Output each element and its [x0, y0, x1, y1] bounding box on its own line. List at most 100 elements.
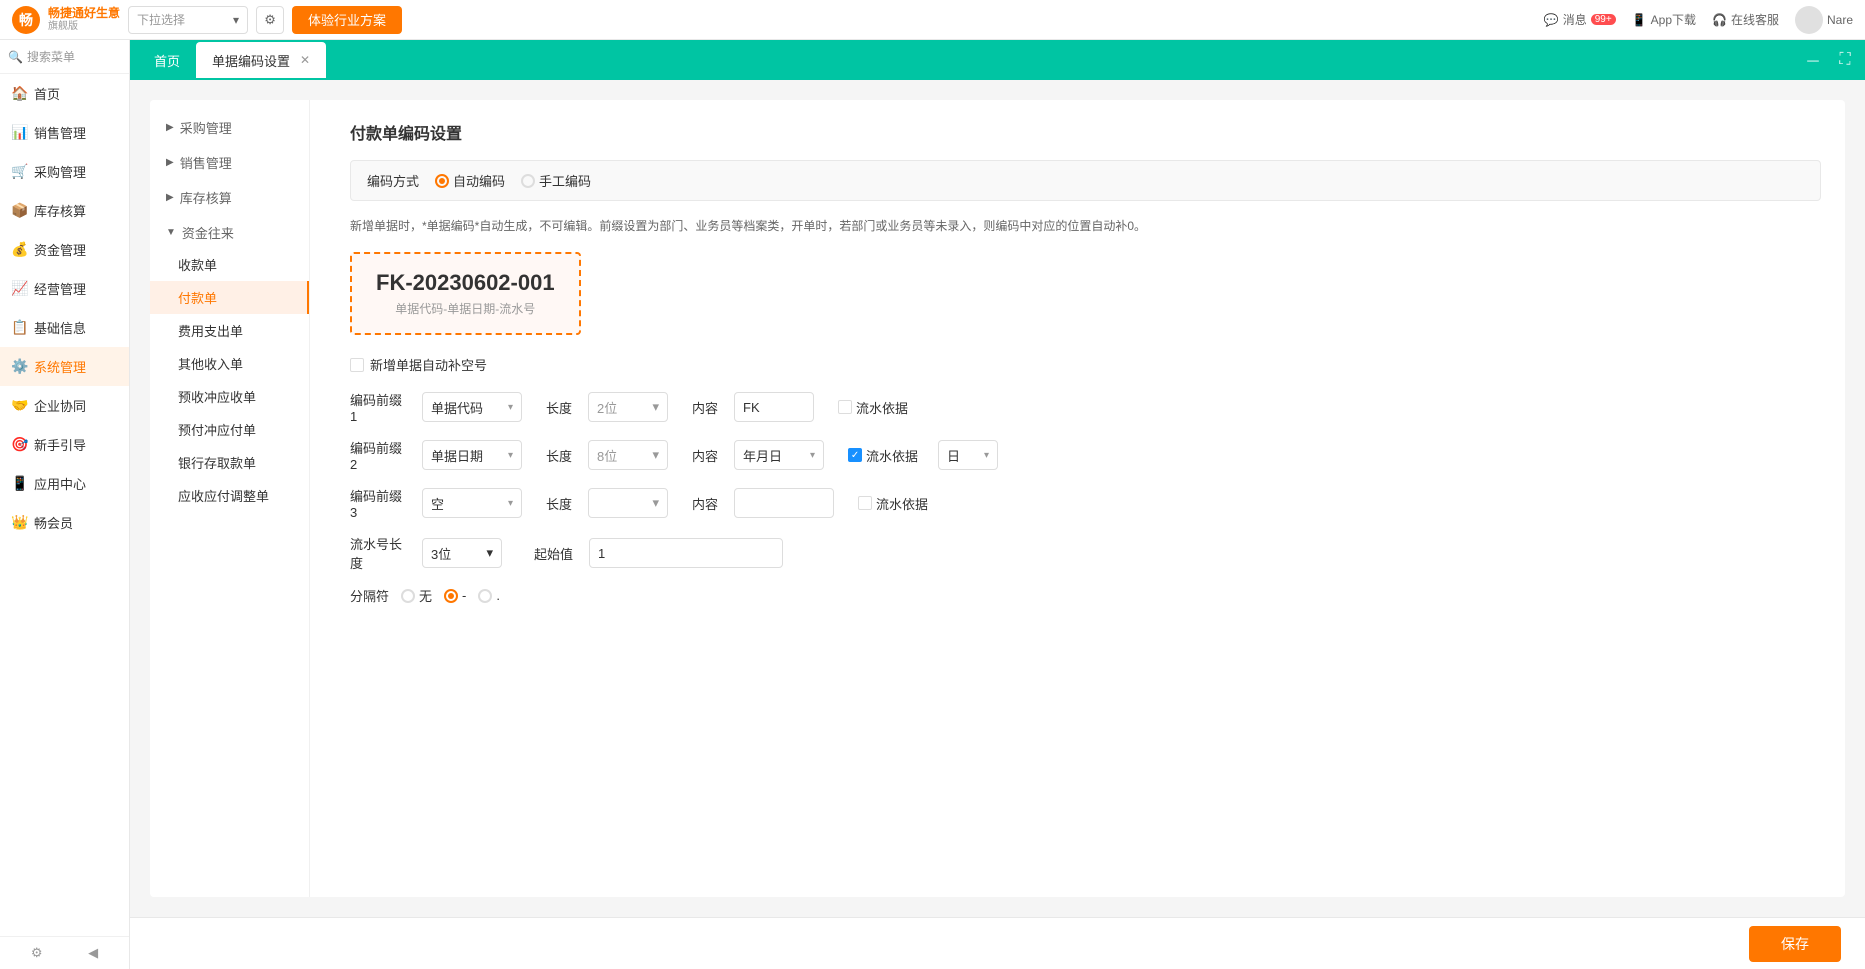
sub-menu-item-adjust[interactable]: 应收应付调整单 [150, 479, 309, 512]
sidebar-item-member[interactable]: 👑 畅会员 [0, 503, 129, 542]
sidebar-item-inventory[interactable]: 📦 库存核算 [0, 191, 129, 230]
tab-home[interactable]: 首页 [138, 42, 196, 78]
maximize-icon[interactable]: ⛶ [1833, 48, 1857, 72]
sub-menu-item-pre-receive[interactable]: 预收冲应收单 [150, 380, 309, 413]
sub-menu: ▶ 采购管理 ▶ 销售管理 ▶ 库存核算 [150, 100, 310, 897]
tab-single-code[interactable]: 单据编码设置 ✕ [196, 42, 326, 78]
sep-dot-option[interactable]: . [478, 588, 500, 603]
sub-menu-header-sales[interactable]: ▶ 销售管理 [150, 147, 309, 178]
sidebar-item-appstore[interactable]: 📱 应用中心 [0, 464, 129, 503]
arrow-right-icon: ▶ [166, 122, 174, 133]
download-icon: 📱 [1632, 13, 1647, 27]
guide-icon: 🎯 [12, 437, 28, 453]
prefix2-length-arrow-icon: ▾ [652, 447, 659, 463]
start-value-input[interactable] [589, 538, 783, 568]
sidebar-item-operations[interactable]: 📈 经营管理 [0, 269, 129, 308]
prefix2-serial-checkbox-box: ✓ [848, 448, 862, 462]
sub-menu-item-receipt[interactable]: 收款单 [150, 248, 309, 281]
prefix2-length-select[interactable]: 8位 ▾ [588, 440, 668, 470]
prefix3-serial-checkbox-box [858, 496, 872, 510]
prefix1-serial-checkbox[interactable]: 流水依据 [838, 398, 908, 417]
main-layout: 🔍 搜索菜单 🏠 首页 📊 销售管理 🛒 采购管理 📦 库存核算 💰 资金管理 … [0, 40, 1865, 969]
sidebar-item-system[interactable]: ⚙️ 系统管理 [0, 347, 129, 386]
sub-menu-item-pre-pay[interactable]: 预付冲应付单 [150, 413, 309, 446]
new-record-checkbox[interactable] [350, 358, 364, 372]
sales-icon: 📊 [12, 125, 28, 141]
sidebar-item-enterprise[interactable]: 🤝 企业协同 [0, 386, 129, 425]
company-name: 下拉选择 [137, 11, 185, 28]
enterprise-icon: 🤝 [12, 398, 28, 414]
app-download-btn[interactable]: 📱 App下载 [1632, 11, 1696, 28]
prefix2-serial-checkbox[interactable]: ✓ 流水依据 [848, 446, 918, 465]
prefix2-period-select[interactable]: 日 ▾ [938, 440, 998, 470]
sub-menu-item-payment[interactable]: 付款单 [150, 281, 309, 314]
bottom-bar: 保存 [130, 917, 1865, 969]
user-name: Nare [1827, 13, 1853, 27]
tab-close-icon[interactable]: ✕ [300, 53, 310, 67]
topbar: 畅 畅捷通好生意 旗舰版 下拉选择 ▾ ⚙ 体验行业方案 💬 消息 99+ 📱 … [0, 0, 1865, 40]
sub-menu-header-inventory[interactable]: ▶ 库存核算 [150, 182, 309, 213]
system-icon: ⚙️ [12, 359, 28, 375]
serial-length-select[interactable]: 3位 ▾ [422, 538, 502, 568]
minimize-icon[interactable]: － [1801, 48, 1825, 72]
headset-icon: 🎧 [1712, 13, 1727, 27]
sidebar-bottom: ⚙ ◀ [0, 936, 129, 969]
prefix2-content-arrow-icon: ▾ [810, 450, 815, 461]
sidebar-item-basic[interactable]: 📋 基础信息 [0, 308, 129, 347]
sub-menu-item-expense[interactable]: 费用支出单 [150, 314, 309, 347]
encoding-mode-label: 编码方式 [367, 171, 419, 190]
page-content: ▶ 采购管理 ▶ 销售管理 ▶ 库存核算 [130, 80, 1865, 917]
sub-menu-group-finance: ▼ 资金往来 收款单 付款单 费用支出单 其他收入单 预收冲应收单 预付冲应付单… [150, 217, 309, 512]
messages-btn[interactable]: 💬 消息 99+ [1544, 11, 1616, 28]
prefix2-select[interactable]: 单据日期 ▾ [422, 440, 522, 470]
auto-code-radio-dot [435, 174, 449, 188]
purchase-icon: 🛒 [12, 164, 28, 180]
sep-none-radio [401, 589, 415, 603]
brand-sub: 旗舰版 [48, 21, 120, 33]
auto-code-radio[interactable]: 自动编码 [435, 171, 505, 190]
sub-menu-item-bank-deposit[interactable]: 银行存取款单 [150, 446, 309, 479]
prefix1-length-label: 长度 [546, 398, 572, 417]
prefix2-content-select[interactable]: 年月日 ▾ [734, 440, 824, 470]
sub-menu-header-purchase[interactable]: ▶ 采购管理 [150, 112, 309, 143]
prefix3-length-select[interactable]: ▾ [588, 488, 668, 518]
sidebar: 🔍 搜索菜单 🏠 首页 📊 销售管理 🛒 采购管理 📦 库存核算 💰 资金管理 … [0, 40, 130, 969]
inventory-icon: 📦 [12, 203, 28, 219]
sidebar-search[interactable]: 🔍 搜索菜单 [0, 40, 129, 74]
sidebar-item-purchase[interactable]: 🛒 采购管理 [0, 152, 129, 191]
settings-icon[interactable]: ⚙ [256, 6, 284, 34]
topbar-left: 畅 畅捷通好生意 旗舰版 下拉选择 ▾ ⚙ 体验行业方案 [12, 6, 402, 34]
prefix3-select[interactable]: 空 ▾ [422, 488, 522, 518]
prefix3-content-label: 内容 [692, 494, 718, 513]
user-avatar-area[interactable]: Nare [1795, 6, 1853, 34]
sidebar-item-home[interactable]: 🏠 首页 [0, 74, 129, 113]
sub-menu-header-finance[interactable]: ▼ 资金往来 [150, 217, 309, 248]
manual-code-radio[interactable]: 手工编码 [521, 171, 591, 190]
prefix3-content-input [734, 488, 834, 518]
manual-code-radio-dot [521, 174, 535, 188]
company-dropdown[interactable]: 下拉选择 ▾ [128, 6, 248, 34]
prefix2-length-label: 长度 [546, 446, 572, 465]
encoding-radio-group: 自动编码 手工编码 [435, 171, 591, 190]
collapse-icon[interactable]: ◀ [88, 945, 98, 961]
save-button[interactable]: 保存 [1749, 926, 1841, 962]
experience-btn[interactable]: 体验行业方案 [292, 6, 402, 34]
prefix1-length-arrow-icon: ▾ [652, 399, 659, 415]
prefix1-length-select[interactable]: 2位 ▾ [588, 392, 668, 422]
prefix3-serial-checkbox[interactable]: 流水依据 [858, 494, 928, 513]
online-service-btn[interactable]: 🎧 在线客服 [1712, 11, 1779, 28]
sep-dash-option[interactable]: - [444, 588, 466, 603]
sep-none-option[interactable]: 无 [401, 586, 432, 605]
tabbar: 首页 单据编码设置 ✕ － ⛶ [130, 40, 1865, 80]
prefix3-length-arrow-icon: ▾ [652, 495, 659, 511]
sidebar-item-guide[interactable]: 🎯 新手引导 [0, 425, 129, 464]
start-value-label: 起始值 [534, 544, 573, 563]
sidebar-item-sales[interactable]: 📊 销售管理 [0, 113, 129, 152]
settings-bottom-icon[interactable]: ⚙ [31, 945, 43, 961]
sub-menu-group-purchase: ▶ 采购管理 [150, 112, 309, 143]
separator-label: 分隔符 [350, 586, 389, 605]
prefix1-select[interactable]: 单据代码 ▾ [422, 392, 522, 422]
prefix1-serial-checkbox-box [838, 400, 852, 414]
sub-menu-item-other-income[interactable]: 其他收入单 [150, 347, 309, 380]
sidebar-item-finance[interactable]: 💰 资金管理 [0, 230, 129, 269]
